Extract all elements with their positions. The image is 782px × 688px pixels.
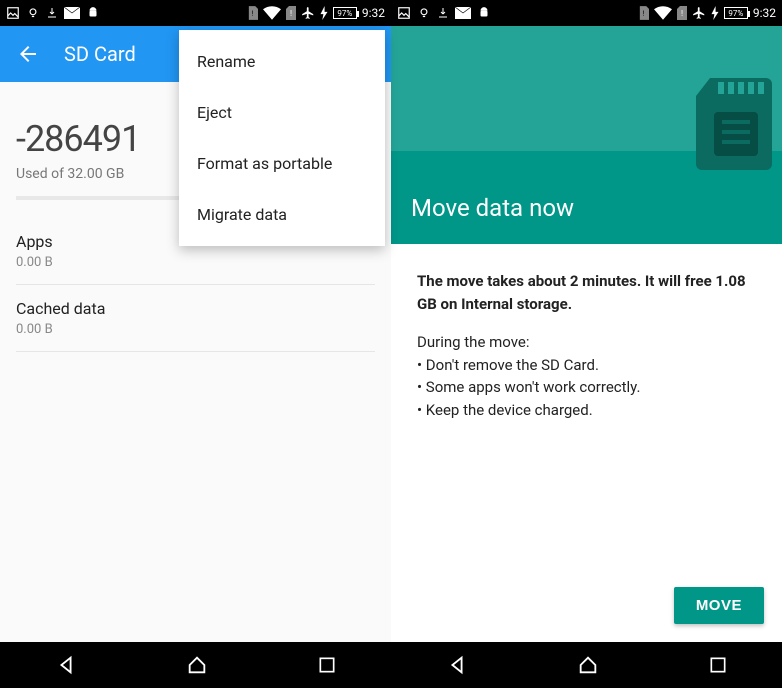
list-item-cached[interactable]: Cached data 0.00 B [16,285,375,352]
bullet: Keep the device charged. [426,401,593,419]
svg-text:!: ! [290,9,292,18]
move-body: The move takes about 2 minutes. It will … [391,244,782,587]
status-bar: ! ! 97% 9:32 [391,0,782,26]
battery-icon: 97% [333,7,357,19]
menu-item-migrate[interactable]: Migrate data [179,189,385,240]
svg-text:!: ! [642,9,644,18]
wifi-icon [263,6,281,20]
bulb-icon [26,6,40,20]
airplane-icon [692,6,706,20]
move-button[interactable]: MOVE [674,587,764,624]
clock: 9:32 [362,6,385,20]
sim-warning-icon: ! [677,6,687,20]
android-icon [477,6,491,20]
battery-icon: 97% [724,7,748,19]
battery-percent: 97% [728,9,743,18]
clock: 9:32 [753,6,776,20]
nav-back-icon[interactable] [446,654,468,676]
screen-storage: ! ! 97% 9:32 SD Card -286491 Used of 32.… [0,0,391,688]
svg-text:!: ! [251,9,253,18]
sd-warning-icon: ! [247,6,258,20]
nav-recent-icon[interactable] [317,655,337,675]
download-icon [437,6,449,20]
move-header: Move data now [391,26,782,244]
android-icon [86,6,100,20]
during-label: During the move: [417,333,529,351]
nav-bar [391,642,782,688]
bullet: Don't remove the SD Card. [426,356,599,374]
status-bar: ! ! 97% 9:32 [0,0,391,26]
list-item-title: Cached data [16,299,375,318]
bulb-icon [417,6,431,20]
download-icon [46,6,58,20]
menu-item-format[interactable]: Format as portable [179,138,385,189]
bullet: Some apps won't work correctly. [426,378,641,396]
sd-card-icon [696,78,776,170]
screen-move-data: ! ! 97% 9:32 Move data now [391,0,782,688]
sim-warning-icon: ! [286,6,296,20]
menu-item-eject[interactable]: Eject [179,87,385,138]
nav-recent-icon[interactable] [708,655,728,675]
overflow-menu: Rename Eject Format as portable Migrate … [179,30,385,246]
menu-item-rename[interactable]: Rename [179,36,385,87]
image-icon [6,6,20,20]
move-summary: The move takes about 2 minutes. It will … [417,270,756,315]
mail-icon [64,7,80,19]
airplane-icon [301,6,315,20]
battery-percent: 97% [337,9,352,18]
wifi-icon [654,6,672,20]
nav-home-icon[interactable] [186,654,208,676]
sd-warning-icon: ! [638,6,649,20]
charge-icon [320,6,328,20]
app-bar-title: SD Card [64,42,136,66]
nav-home-icon[interactable] [577,654,599,676]
nav-back-icon[interactable] [55,654,77,676]
charge-icon [711,6,719,20]
list-item-sub: 0.00 B [16,322,375,337]
svg-text:!: ! [681,9,683,18]
move-footer: MOVE [391,587,782,642]
back-arrow-icon[interactable] [16,42,40,66]
move-title: Move data now [411,194,574,222]
nav-bar [0,642,391,688]
image-icon [397,6,411,20]
list-item-sub: 0.00 B [16,255,375,270]
mail-icon [455,7,471,19]
